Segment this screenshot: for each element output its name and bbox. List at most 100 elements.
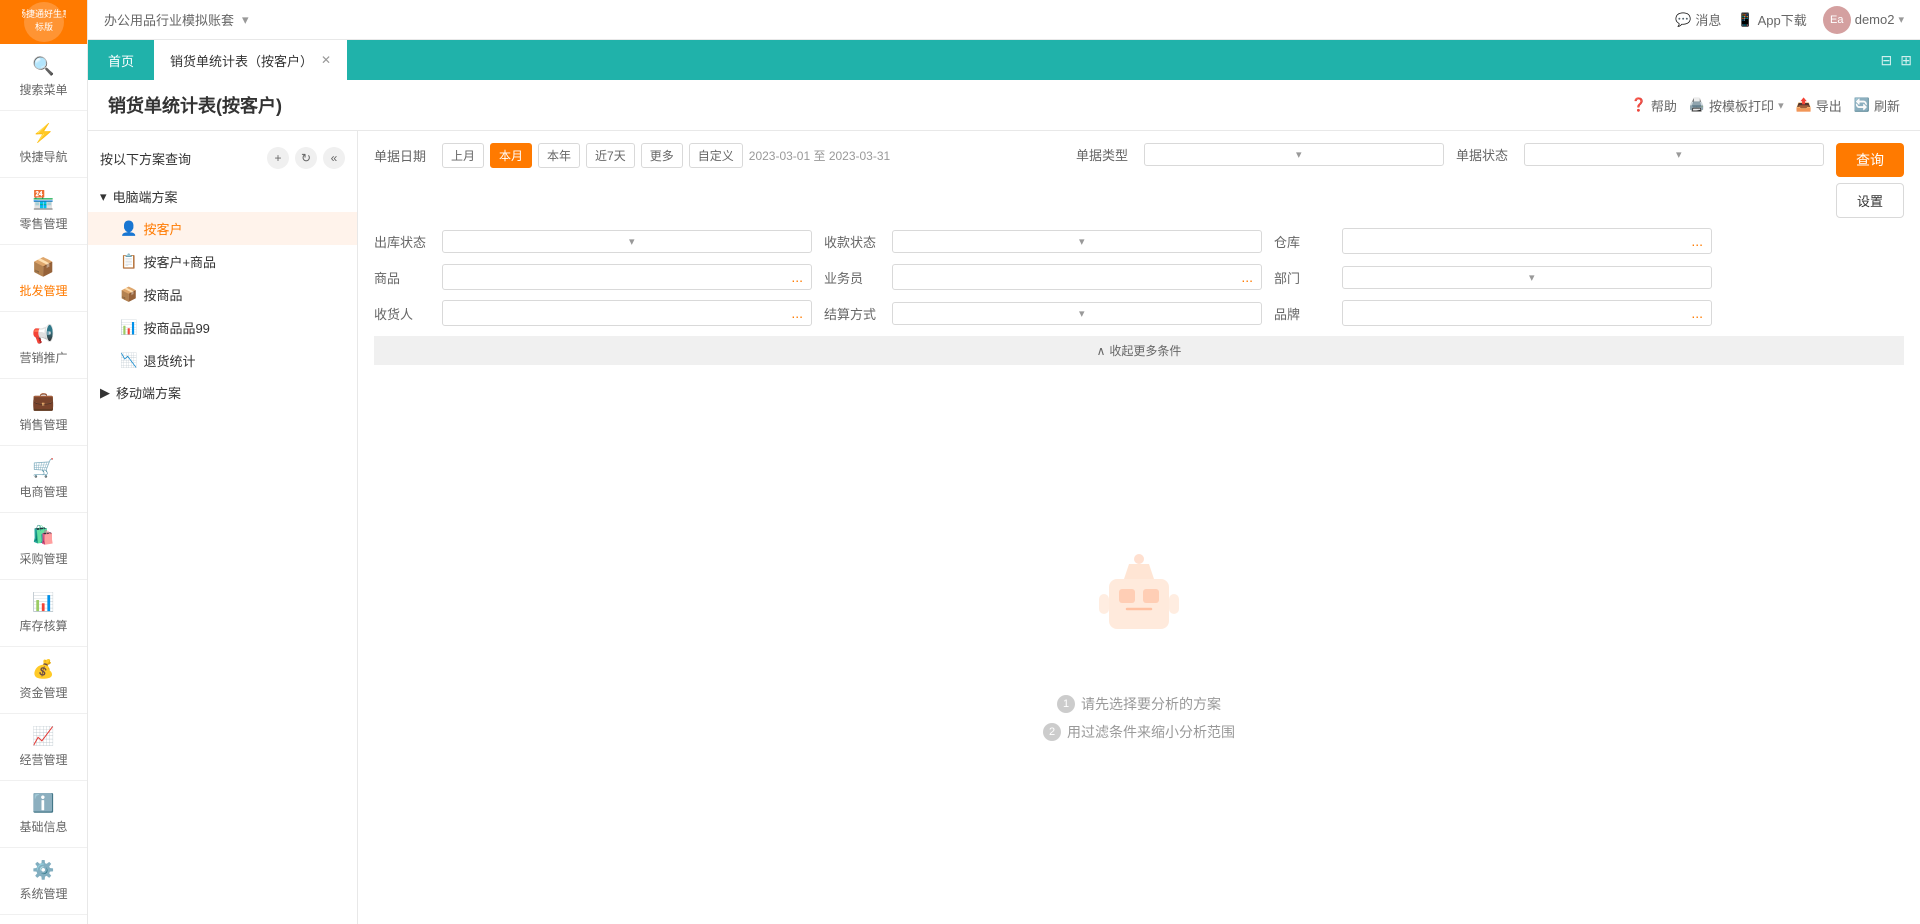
home-tab-label: 首页	[108, 51, 134, 70]
scheme-add-button[interactable]: +	[267, 147, 289, 169]
sidebar-item-operations[interactable]: 📈 经营管理	[0, 714, 88, 781]
hint-num-2: 2	[1043, 723, 1061, 741]
scheme-group-mobile-label[interactable]: ▶ 移动端方案	[88, 377, 357, 408]
scheme-item-by-customer[interactable]: 👤 按客户	[88, 212, 357, 245]
product-dots-icon[interactable]: ...	[791, 269, 803, 285]
ecommerce-icon: 🛒	[0, 458, 88, 479]
product-input[interactable]: ...	[442, 264, 812, 290]
scheme-header: 按以下方案查询 + ↻ «	[88, 139, 357, 177]
out-status-chevron-icon: ▾	[629, 235, 803, 248]
scheme-item-by-product-99[interactable]: 📊 按商品品99	[88, 311, 357, 344]
sales-stats-tab-label: 销货单统计表（按客户）	[170, 51, 313, 70]
pc-group-expand-icon: ▾	[100, 189, 107, 205]
scheme-item-return-stats[interactable]: 📉 退货统计	[88, 344, 357, 377]
date-more-btn[interactable]: 更多	[641, 143, 683, 168]
sidebar-item-enterprise[interactable]: 🤝 企业协同	[0, 915, 88, 924]
document-type-select[interactable]: ▾	[1144, 143, 1444, 166]
settlement-select[interactable]: ▾	[892, 302, 1262, 325]
avatar: Ea	[1823, 6, 1851, 34]
empty-illustration	[1079, 539, 1199, 678]
salesperson-dots-icon[interactable]: ...	[1241, 269, 1253, 285]
empty-hint-2: 2 用过滤条件来缩小分析范围	[1043, 722, 1235, 742]
sidebar-item-basic[interactable]: ℹ️ 基础信息	[0, 781, 88, 848]
download-icon: 📱	[1737, 12, 1753, 28]
recipient-input[interactable]: ...	[442, 300, 812, 326]
department-select[interactable]: ▾	[1342, 266, 1712, 289]
warehouse-input[interactable]: ...	[1342, 228, 1712, 254]
sidebar-item-finance[interactable]: 💰 资金管理	[0, 647, 88, 714]
recipient-dots-icon[interactable]: ...	[791, 305, 803, 321]
scheme-refresh-button[interactable]: ↻	[295, 147, 317, 169]
sidebar-item-purchase[interactable]: 🛍️ 采购管理	[0, 513, 88, 580]
topbar-right: 💬 消息 📱 App下载 Ea demo2 ▾	[1675, 6, 1904, 34]
app-download-button[interactable]: 📱 App下载	[1737, 10, 1806, 29]
inventory-icon: 📊	[0, 592, 88, 613]
system-icon: ⚙️	[0, 860, 88, 881]
user-profile-button[interactable]: Ea demo2 ▾	[1823, 6, 1904, 34]
sidebar-item-system[interactable]: ⚙️ 系统管理	[0, 848, 88, 915]
return-stats-icon: 📉	[120, 352, 137, 369]
scheme-group-pc-label[interactable]: ▾ 电脑端方案	[88, 181, 357, 212]
main-content: 办公用品行业模拟账套 ▾ 💬 消息 📱 App下载 Ea demo2 ▾ 首	[88, 0, 1920, 924]
warehouse-dots-icon[interactable]: ...	[1691, 233, 1703, 249]
sidebar-item-inventory[interactable]: 📊 库存核算	[0, 580, 88, 647]
warehouse-label: 仓库	[1274, 232, 1334, 251]
message-button[interactable]: 💬 消息	[1675, 10, 1721, 29]
quick-nav-icon: ⚡	[0, 123, 88, 144]
document-status-select[interactable]: ▾	[1524, 143, 1824, 166]
receipt-status-select[interactable]: ▾	[892, 230, 1262, 253]
tab-minimize-icon[interactable]: ⊟	[1881, 52, 1893, 69]
scheme-tree: ▾ 电脑端方案 👤 按客户 📋 按客户+商品 📦	[88, 177, 357, 412]
out-status-label: 出库状态	[374, 232, 434, 251]
sidebar-item-sales[interactable]: 💼 销售管理	[0, 379, 88, 446]
scheme-collapse-button[interactable]: «	[323, 147, 345, 169]
marketing-icon: 📢	[0, 324, 88, 345]
brand-input[interactable]: ...	[1342, 300, 1712, 326]
sidebar-logo[interactable]: 畅捷通好生意 标版	[0, 0, 88, 44]
page-title: 销货单统计表(按客户)	[108, 92, 282, 118]
out-status-select[interactable]: ▾	[442, 230, 812, 253]
sidebar-item-search[interactable]: 🔍 搜索菜单	[0, 44, 88, 111]
date-last-month-btn[interactable]: 上月	[442, 143, 484, 168]
brand-dots-icon[interactable]: ...	[1691, 305, 1703, 321]
print-icon: 🖨️	[1689, 97, 1705, 113]
date-range-text: 2023-03-01 至 2023-03-31	[749, 147, 890, 164]
tab-close-icon[interactable]: ✕	[321, 53, 331, 67]
page-header: 销货单统计表(按客户) ❓ 帮助 🖨️ 按模板打印 ▾ 📤 导出 🔄 刷新	[88, 80, 1920, 131]
user-chevron-icon: ▾	[1898, 13, 1904, 26]
tabbar-right: ⊟ ⊞	[1881, 52, 1920, 69]
date-custom-btn[interactable]: 自定义	[689, 143, 743, 168]
help-button[interactable]: ❓ 帮助	[1631, 96, 1677, 115]
query-button[interactable]: 查询	[1836, 143, 1904, 177]
breadcrumb[interactable]: 办公用品行业模拟账套	[104, 10, 234, 29]
sidebar-item-ecommerce[interactable]: 🛒 电商管理	[0, 446, 88, 513]
filter-bar: 单据日期 上月 本月 本年 近7天 更多 自定义 2023-03-01 至 20…	[358, 131, 1920, 365]
scheme-item-by-customer-product[interactable]: 📋 按客户+商品	[88, 245, 357, 278]
sidebar-item-quick-nav[interactable]: ⚡ 快捷导航	[0, 111, 88, 178]
scheme-actions: + ↻ «	[267, 147, 345, 169]
refresh-button[interactable]: 🔄 刷新	[1854, 96, 1900, 115]
tab-home[interactable]: 首页	[88, 40, 154, 80]
scheme-item-by-product[interactable]: 📦 按商品	[88, 278, 357, 311]
tab-sales-stats[interactable]: 销货单统计表（按客户） ✕	[154, 40, 347, 80]
export-icon: 📤	[1796, 97, 1812, 113]
collapse-bar[interactable]: ∧ 收起更多条件	[374, 336, 1904, 365]
date-options-group: 上月 本月 本年 近7天 更多 自定义 2023-03-01 至 2023-03…	[442, 143, 890, 168]
scheme-group-mobile: ▶ 移动端方案	[88, 377, 357, 408]
sidebar-item-wholesale[interactable]: 📦 批发管理	[0, 245, 88, 312]
salesperson-input[interactable]: ...	[892, 264, 1262, 290]
sidebar-item-retail[interactable]: 🏪 零售管理	[0, 178, 88, 245]
settings-button[interactable]: 设置	[1836, 183, 1904, 218]
print-button[interactable]: 🖨️ 按模板打印 ▾	[1689, 96, 1784, 115]
svg-text:标版: 标版	[34, 21, 52, 32]
date-label: 单据日期	[374, 146, 434, 165]
sidebar-item-marketing[interactable]: 📢 营销推广	[0, 312, 88, 379]
tab-maximize-icon[interactable]: ⊞	[1900, 52, 1912, 69]
export-button[interactable]: 📤 导出	[1796, 96, 1842, 115]
by-customer-icon: 👤	[120, 220, 137, 237]
print-chevron-icon: ▾	[1778, 99, 1784, 112]
date-this-month-btn[interactable]: 本月	[490, 143, 532, 168]
date-this-year-btn[interactable]: 本年	[538, 143, 580, 168]
date-last-7-days-btn[interactable]: 近7天	[586, 143, 635, 168]
empty-hint-1: 1 请先选择要分析的方案	[1057, 694, 1221, 714]
